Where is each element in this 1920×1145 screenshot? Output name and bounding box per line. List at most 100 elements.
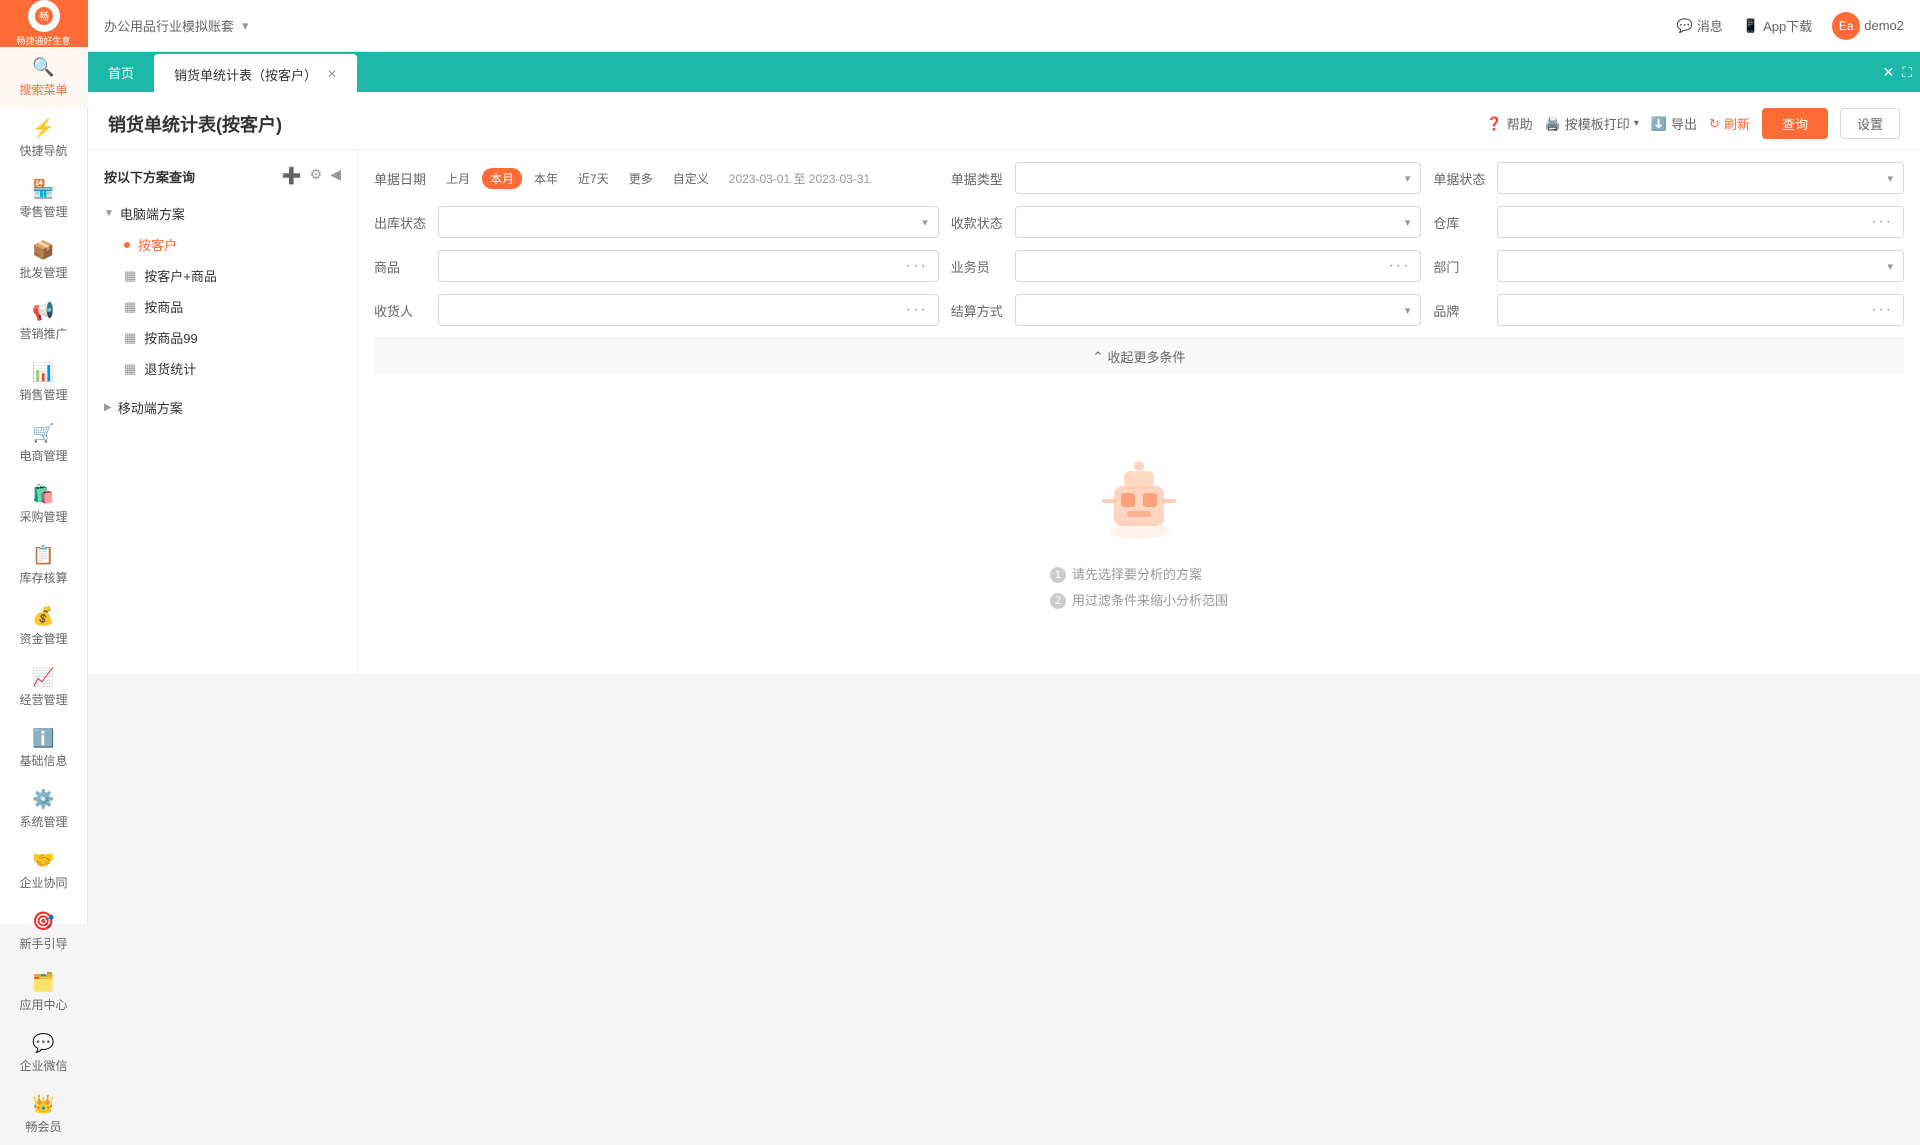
- user-profile[interactable]: Ea demo2: [1832, 12, 1904, 40]
- settlement-input[interactable]: ▾: [1015, 294, 1422, 326]
- tab-home[interactable]: 首页: [88, 52, 154, 92]
- sidebar-item-system[interactable]: ⚙️ 系统管理: [0, 779, 88, 840]
- retail-icon: 🏪: [32, 179, 54, 200]
- edit-scheme-icon[interactable]: ⚙: [310, 166, 323, 186]
- refresh-icon: ↻: [1709, 116, 1720, 132]
- collapse-button[interactable]: ⌃ 收起更多条件: [374, 338, 1904, 374]
- page-header: 销货单统计表(按客户) ❓ 帮助 🖨️ 按模板打印 ▾ ⬇️ 导出: [88, 92, 1920, 150]
- sidebar: 畅 畅捷通好生意 🔍 搜索菜单⚡ 快捷导航🏪 零售管理📦 批发管理📢 营销推广📊…: [0, 0, 88, 924]
- search-label: 搜索菜单: [19, 81, 67, 98]
- purchase-icon: 🛍️: [32, 484, 54, 505]
- sidebar-item-appcenter[interactable]: 🗂️ 应用中心: [0, 962, 88, 1023]
- date-tab-this-year[interactable]: 本年: [526, 168, 566, 189]
- by-customer-label: 按客户: [138, 235, 177, 254]
- app-download-button[interactable]: 📱 App下载: [1743, 16, 1812, 35]
- username-label: demo2: [1864, 18, 1904, 33]
- receiver-input[interactable]: ···: [438, 294, 939, 326]
- sales-icon: 📊: [32, 362, 54, 383]
- sidebar-item-purchase[interactable]: 🛍️ 采购管理: [0, 474, 88, 535]
- doc-status-label: 单据状态: [1433, 169, 1489, 188]
- query-button[interactable]: 查询: [1762, 108, 1828, 139]
- export-button[interactable]: ⬇️ 导出: [1651, 114, 1697, 133]
- logo-text: 畅捷通好生意: [16, 34, 70, 47]
- date-tab-more[interactable]: 更多: [621, 168, 661, 189]
- appcenter-label: 应用中心: [19, 996, 67, 1013]
- doc-type-input[interactable]: ▾: [1015, 162, 1422, 194]
- goods-input[interactable]: ···: [438, 250, 939, 282]
- brand-input[interactable]: ···: [1497, 294, 1904, 326]
- sidebar-item-quicknav[interactable]: ⚡ 快捷导航: [0, 108, 88, 169]
- receipt-status-input[interactable]: ▾: [1015, 206, 1422, 238]
- help-button[interactable]: ❓ 帮助: [1486, 114, 1532, 133]
- field-goods: 商品 ···: [374, 250, 939, 282]
- field-salesperson: 业务员 ···: [951, 250, 1422, 282]
- filter-row-1: 单据日期 上月 本月 本年 近7天 更多 自定义: [374, 162, 1904, 194]
- tree-item-by-customer-goods[interactable]: ▦ 按客户+商品: [88, 260, 357, 291]
- chart-icon-2: ▦: [124, 299, 136, 315]
- tip-number-2: 2: [1050, 593, 1066, 609]
- inventory-icon: 📋: [32, 545, 54, 566]
- wholesale-icon: 📦: [32, 240, 54, 261]
- empty-robot-svg: [1089, 446, 1189, 546]
- filter-row-2: 出库状态 ▾ 收款状态 ▾: [374, 206, 1904, 238]
- brand-dots: ···: [1871, 301, 1893, 319]
- tree-expand-icon: ▼: [104, 208, 114, 219]
- department-input[interactable]: ▾: [1497, 250, 1904, 282]
- sidebar-logo[interactable]: 畅 畅捷通好生意: [0, 0, 88, 47]
- tree-parent-desktop[interactable]: ▼ 电脑端方案: [88, 198, 357, 229]
- close-window-icon[interactable]: ✕: [1882, 64, 1894, 81]
- by-goods99-label: 按商品99: [144, 328, 197, 347]
- add-scheme-icon[interactable]: ➕: [282, 166, 302, 186]
- page-content: 销货单统计表(按客户) ❓ 帮助 🖨️ 按模板打印 ▾ ⬇️ 导出: [88, 92, 1920, 924]
- system-label: 系统管理: [19, 813, 67, 830]
- warehouse-input[interactable]: ···: [1497, 206, 1904, 238]
- basic-icon: ℹ️: [32, 728, 54, 749]
- tab-sales-stats[interactable]: 销货单统计表（按客户） ✕: [154, 54, 357, 94]
- wechat-icon: 💬: [32, 1033, 54, 1054]
- sidebar-item-sales[interactable]: 📊 销售管理: [0, 352, 88, 413]
- message-button[interactable]: 💬 消息: [1677, 16, 1723, 35]
- sidebar-item-operations[interactable]: 📈 经营管理: [0, 657, 88, 718]
- tree-parent-mobile[interactable]: ▶ 移动端方案: [88, 392, 357, 423]
- refresh-button[interactable]: ↻ 刷新: [1709, 114, 1750, 133]
- settlement-arrow: ▾: [1405, 304, 1411, 317]
- inventory-label: 库存核算: [19, 569, 67, 586]
- industry-dropdown-icon[interactable]: ▾: [242, 18, 249, 34]
- close-tab-icon[interactable]: ✕: [327, 67, 337, 81]
- sidebar-item-finance[interactable]: 💰 资金管理: [0, 596, 88, 657]
- sidebar-item-member[interactable]: 👑 畅会员: [0, 1084, 88, 1145]
- sidebar-item-inventory[interactable]: 📋 库存核算: [0, 535, 88, 596]
- sidebar-item-marketing[interactable]: 📢 营销推广: [0, 291, 88, 352]
- svg-text:畅: 畅: [39, 10, 49, 23]
- print-icon: 🖨️: [1545, 116, 1561, 132]
- sidebar-item-newbie[interactable]: 🎯 新手引导: [0, 901, 88, 962]
- collapse-sidebar-icon[interactable]: ◀: [330, 166, 341, 186]
- date-tab-custom[interactable]: 自定义: [665, 168, 717, 189]
- tree-item-return-stats[interactable]: ▦ 退货统计: [88, 353, 357, 384]
- date-tab-this-month[interactable]: 本月: [482, 168, 522, 189]
- topbar-right: 💬 消息 📱 App下载 Ea demo2: [1677, 12, 1904, 40]
- doc-status-input[interactable]: ▾: [1497, 162, 1904, 194]
- date-tab-last-month[interactable]: 上月: [438, 168, 478, 189]
- active-scheme-dot: [124, 242, 130, 248]
- out-status-input[interactable]: ▾: [438, 206, 939, 238]
- message-label: 消息: [1697, 16, 1723, 35]
- salesperson-input[interactable]: ···: [1015, 250, 1422, 282]
- doc-status-arrow: ▾: [1887, 172, 1893, 185]
- tabbar: 首页 销货单统计表（按客户） ✕ ✕ ⛶: [88, 52, 1920, 92]
- sidebar-item-search[interactable]: 🔍 搜索菜单: [0, 47, 88, 108]
- tree-item-by-goods[interactable]: ▦ 按商品: [88, 291, 357, 322]
- template-print-button[interactable]: 🖨️ 按模板打印 ▾: [1545, 114, 1639, 133]
- sidebar-item-ecommerce[interactable]: 🛒 电商管理: [0, 413, 88, 474]
- sidebar-item-basic[interactable]: ℹ️ 基础信息: [0, 718, 88, 779]
- quicknav-icon: ⚡: [32, 118, 54, 139]
- date-tab-7days[interactable]: 近7天: [570, 168, 617, 189]
- tree-item-by-customer[interactable]: 按客户: [88, 229, 357, 260]
- sidebar-item-wechat[interactable]: 💬 企业微信: [0, 1023, 88, 1084]
- sidebar-item-retail[interactable]: 🏪 零售管理: [0, 169, 88, 230]
- settings-button[interactable]: 设置: [1840, 108, 1900, 139]
- sidebar-item-wholesale[interactable]: 📦 批发管理: [0, 230, 88, 291]
- sidebar-item-enterprise[interactable]: 🤝 企业协同: [0, 840, 88, 901]
- maximize-window-icon[interactable]: ⛶: [1902, 64, 1912, 81]
- tree-item-by-goods99[interactable]: ▦ 按商品99: [88, 322, 357, 353]
